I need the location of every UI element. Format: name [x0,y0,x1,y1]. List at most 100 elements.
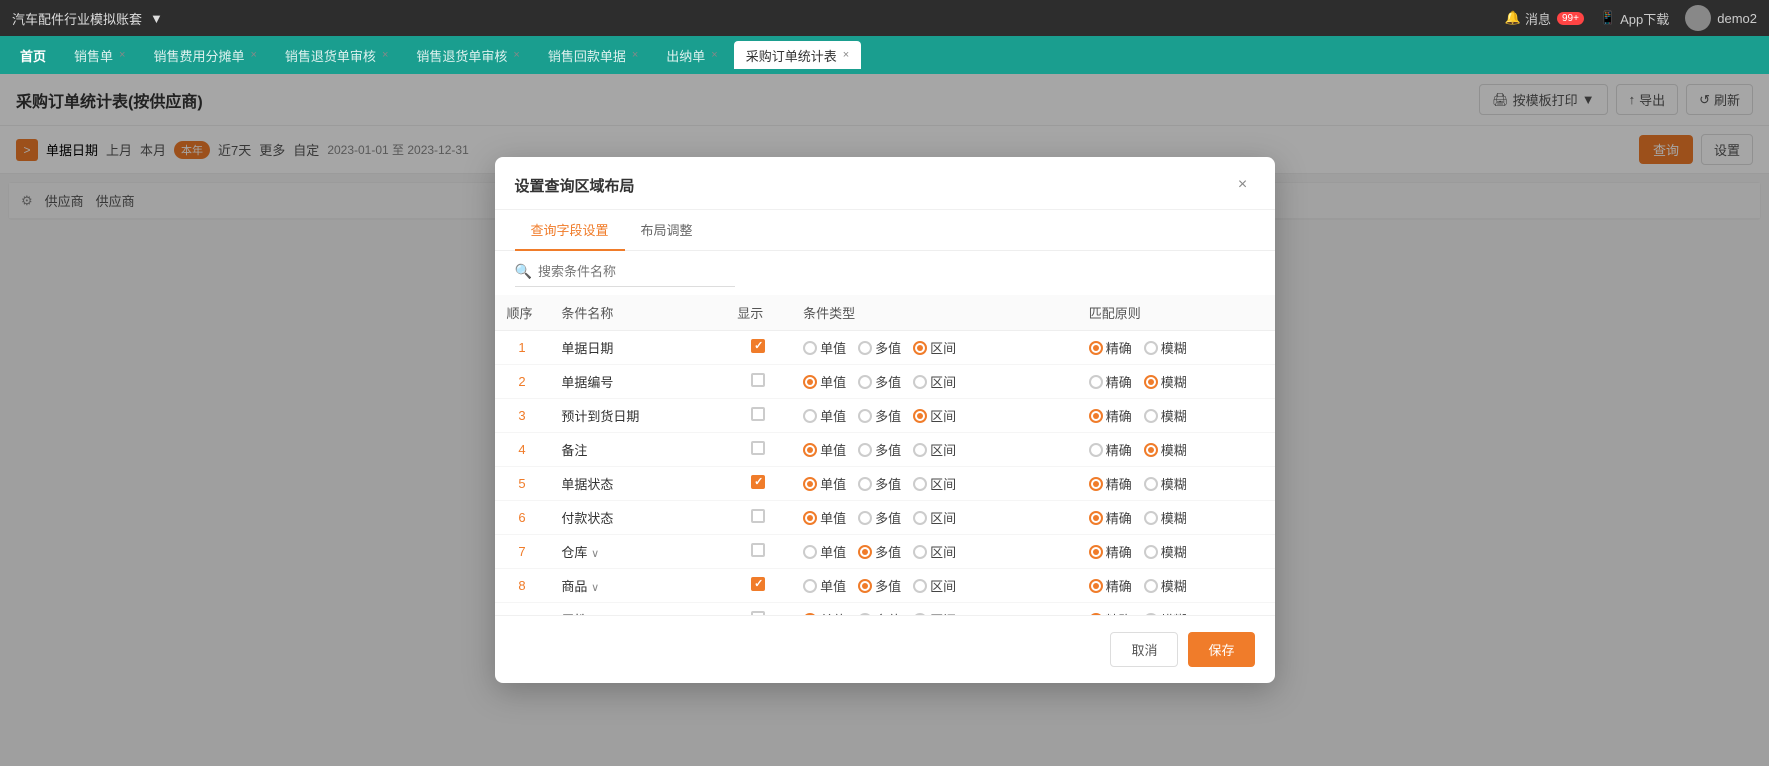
type-range-radio[interactable]: 区间 [913,440,956,459]
match-fuzzy-radio[interactable]: 模糊 [1144,542,1187,561]
match-fuzzy-radio[interactable]: 模糊 [1144,440,1187,459]
tab-query-fields[interactable]: 查询字段设置 [515,210,625,251]
display-checkbox[interactable] [751,509,765,523]
tab-home[interactable]: 首页 [8,41,58,69]
type-range-radio[interactable]: 区间 [913,406,956,425]
radio-single-circle [803,477,817,491]
type-range-radio[interactable]: 区间 [913,508,956,527]
type-single-radio[interactable]: 单值 [803,508,846,527]
type-multi-radio[interactable]: 多值 [858,542,901,561]
match-radio-group: 精确 模糊 [1089,406,1263,425]
type-range-radio[interactable]: 区间 [913,372,956,391]
type-multi-radio[interactable]: 多值 [858,406,901,425]
type-range-radio[interactable]: 区间 [913,338,956,357]
type-range-radio[interactable]: 区间 [913,576,956,595]
type-single-radio[interactable]: 单值 [803,406,846,425]
type-single-radio[interactable]: 单值 [803,338,846,357]
match-exact-radio[interactable]: 精确 [1089,406,1132,425]
table-row: 1单据日期 单值 多值 区间 精确 模糊 [495,331,1275,365]
type-multi-radio[interactable]: 多值 [858,508,901,527]
cancel-button[interactable]: 取消 [1110,632,1178,667]
tab-return-close[interactable]: × [382,49,388,61]
match-fuzzy-radio[interactable]: 模糊 [1144,406,1187,425]
match-exact-radio[interactable]: 精确 [1089,440,1132,459]
radio-multi-circle [858,409,872,423]
tab-return2[interactable]: 销售退货单审核 × [404,41,531,69]
col-header-match: 匹配原则 [1077,295,1275,331]
radio-range-label: 区间 [930,508,956,527]
type-single-radio[interactable]: 单值 [803,440,846,459]
match-fuzzy-radio[interactable]: 模糊 [1144,474,1187,493]
type-single-radio[interactable]: 单值 [803,474,846,493]
match-exact-radio[interactable]: 精确 [1089,542,1132,561]
type-multi-radio[interactable]: 多值 [858,576,901,595]
match-exact-radio[interactable]: 精确 [1089,474,1132,493]
notification-area[interactable]: 🔔 消息 99+ [1505,9,1584,28]
match-fuzzy-radio[interactable]: 模糊 [1144,372,1187,391]
type-single-radio[interactable]: 单值 [803,576,846,595]
type-multi-radio[interactable]: 多值 [858,372,901,391]
match-fuzzy-radio[interactable]: 模糊 [1144,576,1187,595]
tab-receipt-close[interactable]: × [632,49,638,61]
radio-range-circle [913,511,927,525]
search-input[interactable] [538,264,718,279]
search-box: 🔍 [515,263,735,287]
radio-fuzzy-label: 模糊 [1161,406,1187,425]
match-exact-radio[interactable]: 精确 [1089,508,1132,527]
tab-sales-close[interactable]: × [119,49,125,61]
match-radio-group: 精确 模糊 [1089,440,1263,459]
type-multi-radio[interactable]: 多值 [858,474,901,493]
radio-multi-circle [858,341,872,355]
type-radio-group: 单值 多值 区间 [803,406,1065,425]
type-single-radio[interactable]: 单值 [803,542,846,561]
radio-multi-circle [858,375,872,389]
display-checkbox[interactable] [751,339,765,353]
tab-cashier[interactable]: 出纳单 × [654,41,729,69]
radio-range-label: 区间 [930,576,956,595]
tab-layout-adjust[interactable]: 布局调整 [625,210,709,251]
tab-receipt[interactable]: 销售回款单据 × [536,41,650,69]
tab-return[interactable]: 销售退货单审核 × [273,41,400,69]
display-checkbox[interactable] [751,577,765,591]
display-checkbox[interactable] [751,373,765,387]
cell-name: 付款状态 [549,501,725,535]
type-single-radio[interactable]: 单值 [803,372,846,391]
download-area[interactable]: 📱 App下载 [1600,9,1669,28]
tab-receipt-label: 销售回款单据 [548,46,626,65]
match-exact-radio[interactable]: 精确 [1089,372,1132,391]
user-name: demo2 [1717,11,1757,26]
display-checkbox[interactable] [751,543,765,557]
save-button[interactable]: 保存 [1188,632,1254,667]
display-checkbox[interactable] [751,611,765,615]
radio-range-label: 区间 [930,542,956,561]
user-area[interactable]: demo2 [1685,5,1757,31]
match-exact-radio[interactable]: 精确 [1089,576,1132,595]
type-range-radio[interactable]: 区间 [913,474,956,493]
dialog-close-button[interactable]: × [1231,173,1255,197]
type-multi-radio[interactable]: 多值 [858,338,901,357]
type-range-radio[interactable]: 区间 [913,542,956,561]
tab-expense-close[interactable]: × [250,49,256,61]
order-number: 8 [518,578,525,593]
match-exact-radio[interactable]: 精确 [1089,338,1132,357]
radio-single-circle [803,341,817,355]
cell-type: 单值 多值 区间 [791,603,1077,616]
radio-fuzzy-circle [1144,443,1158,457]
tab-sales[interactable]: 销售单 × [62,41,137,69]
type-radio-group: 单值 多值 区间 [803,542,1065,561]
type-multi-radio[interactable]: 多值 [858,440,901,459]
radio-exact-circle [1089,341,1103,355]
display-checkbox[interactable] [751,441,765,455]
match-fuzzy-radio[interactable]: 模糊 [1144,338,1187,357]
match-fuzzy-radio[interactable]: 模糊 [1144,508,1187,527]
display-checkbox[interactable] [751,407,765,421]
tab-purchase-stats-close[interactable]: × [843,49,849,61]
radio-fuzzy-label: 模糊 [1161,542,1187,561]
tab-cashier-close[interactable]: × [711,49,717,61]
tab-purchase-stats[interactable]: 采购订单统计表 × [734,41,861,69]
app-title-dropdown-icon[interactable]: ▼ [150,11,163,26]
tab-return2-close[interactable]: × [513,49,519,61]
type-radio-group: 单值 多值 区间 [803,338,1065,357]
display-checkbox[interactable] [751,475,765,489]
tab-expense[interactable]: 销售费用分摊单 × [141,41,268,69]
